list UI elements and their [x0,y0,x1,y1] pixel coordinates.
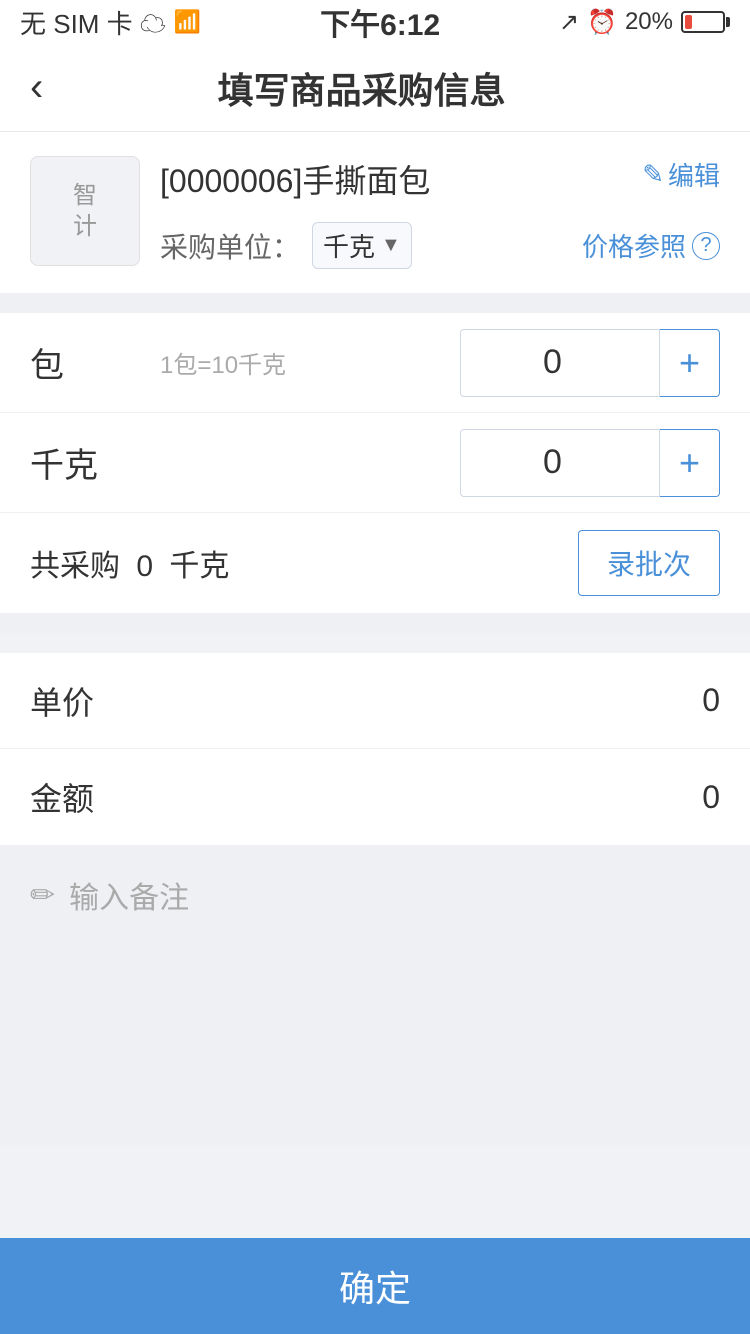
unit-price-value: 0 [702,682,720,719]
nav-bar: ‹ 填写商品采购信息 [0,44,750,132]
bag-label: 包 [30,338,150,387]
bag-plus-button[interactable]: + [660,329,720,397]
input-section: 包 1包=10千克 + 千克 + [0,313,750,513]
section-divider-2 [0,613,750,633]
bag-qty-wrap: + [460,329,720,397]
price-section: 单价 0 金额 0 [0,653,750,845]
unit-price-row: 单价 0 [0,653,750,749]
batch-button[interactable]: 录批次 [578,530,720,596]
edit-button[interactable]: ✎ 编辑 [642,156,720,193]
chevron-down-icon: ▼ [381,234,401,257]
total-unit: 千克 [169,550,229,583]
unit-price-label: 单价 [30,678,94,724]
summary-text: 共采购 0 千克 [30,541,229,585]
kg-label: 千克 [30,438,150,487]
status-right: ↗ ⏰ 20% [559,8,730,37]
amount-label: 金额 [30,774,94,820]
price-ref-button[interactable]: 价格参照 ? [582,227,720,264]
remark-placeholder: 输入备注 [69,873,189,917]
price-ref-label: 价格参照 [582,227,686,264]
battery-icon [681,11,730,33]
confirm-button-label: 确定 [339,1260,411,1312]
total-purchase-label: 共采购 [30,550,120,583]
section-divider-1 [0,293,750,313]
bag-input-row: 包 1包=10千克 + [0,313,750,413]
unit-label: 采购单位： [160,226,300,266]
summary-row: 共采购 0 千克 录批次 [0,513,750,613]
kg-qty-wrap: + [460,429,720,497]
total-value: 0 [136,550,153,583]
remark-section[interactable]: ✏ 输入备注 [0,845,750,945]
battery-percent: 20% [625,8,673,36]
back-button[interactable]: ‹ [30,65,43,110]
amount-row: 金额 0 [0,749,750,845]
edit-icon: ✎ [642,159,664,190]
wifi-icon: 📶 [174,9,201,35]
bag-sub-label: 1包=10千克 [160,345,460,380]
product-image: 智 计 [30,156,140,266]
product-logo: 智 计 [73,180,97,242]
amount-value: 0 [702,779,720,816]
alarm-icon: ⏰ [587,8,617,37]
bottom-spacer [0,945,750,1145]
product-name: [0000006]手撕面包 [160,156,430,202]
kg-plus-button[interactable]: + [660,429,720,497]
kg-qty-input[interactable] [460,429,660,497]
purchase-unit-row: 采购单位： 千克 ▼ 价格参照 ? [160,222,720,269]
status-bar: 无 SIM 卡 ☁ 📶 下午6:12 ↗ ⏰ 20% [0,0,750,44]
unit-value: 千克 [323,227,375,264]
location-icon: ↗ [559,8,579,37]
bag-qty-input[interactable] [460,329,660,397]
status-left: 无 SIM 卡 ☁ 📶 [20,4,201,41]
sim-status: 无 SIM 卡 ☁ [20,4,166,41]
info-icon: ? [692,232,720,260]
unit-select[interactable]: 千克 ▼ [312,222,412,269]
kg-input-row: 千克 + [0,413,750,513]
product-info: [0000006]手撕面包 ✎ 编辑 采购单位： 千克 ▼ 价格参照 ? [160,156,720,269]
product-card: 智 计 [0000006]手撕面包 ✎ 编辑 采购单位： 千克 ▼ 价格参照 ? [0,132,750,293]
status-time: 下午6:12 [320,0,440,44]
page-title: 填写商品采购信息 [63,62,660,114]
pencil-icon: ✏ [30,878,55,913]
product-name-row: [0000006]手撕面包 ✎ 编辑 [160,156,720,202]
confirm-bar[interactable]: 确定 [0,1238,750,1334]
edit-label: 编辑 [668,156,720,193]
